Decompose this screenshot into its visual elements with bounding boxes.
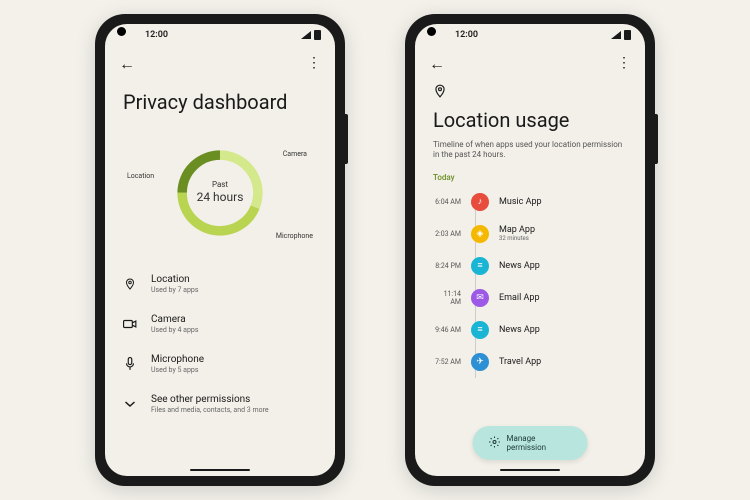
- perm-sub: Used by 4 apps: [151, 326, 198, 334]
- permission-item-camera[interactable]: Camera Used by 4 apps: [123, 304, 317, 344]
- app-icon-news: ≡: [471, 321, 489, 339]
- donut-center-text: Past 24 hours: [197, 180, 244, 206]
- timeline-time: 2:03 AM: [433, 230, 461, 238]
- perm-title: Microphone: [151, 354, 204, 365]
- chart-label-camera: Camera: [283, 150, 307, 158]
- chevron-down-icon: [123, 397, 137, 411]
- app-icon-email: ✉: [471, 289, 489, 307]
- perm-title: See other permissions: [151, 394, 269, 405]
- topbar: ← ⋮: [105, 46, 335, 78]
- timeline-time: 7:52 AM: [433, 358, 461, 366]
- camera-hole: [117, 27, 126, 36]
- status-bar: 12:00: [415, 24, 645, 46]
- status-bar: 12:00: [105, 24, 335, 46]
- page-title: Location usage: [415, 104, 645, 140]
- location-icon: [415, 78, 645, 104]
- timeline-sub: 32 minutes: [499, 235, 535, 242]
- status-icons: [611, 30, 631, 40]
- perm-title: Camera: [151, 314, 198, 325]
- timeline-app: News App: [499, 261, 540, 271]
- timeline-app: News App: [499, 325, 540, 335]
- donut-center-bottom: 24 hours: [197, 190, 244, 206]
- perm-sub: Files and media, contacts, and 3 more: [151, 406, 269, 414]
- battery-icon: [314, 30, 321, 40]
- phone-frame-1: 12:00 ← ⋮ Privacy dashboard Past 24 hour…: [95, 14, 345, 486]
- home-indicator[interactable]: [500, 469, 560, 471]
- timeline-app: Travel App: [499, 357, 541, 367]
- manage-permission-button[interactable]: Manage permission: [473, 426, 588, 460]
- timeline-time: 9:46 AM: [433, 326, 461, 334]
- camera-icon: [123, 317, 137, 331]
- topbar: ← ⋮: [415, 46, 645, 78]
- timeline-item[interactable]: 2:03 AM ◈ Map App 32 minutes: [433, 218, 627, 250]
- status-icons: [301, 30, 321, 40]
- manage-permission-label: Manage permission: [507, 434, 572, 452]
- permission-item-microphone[interactable]: Microphone Used by 5 apps: [123, 344, 317, 384]
- app-icon-news: ≡: [471, 257, 489, 275]
- screen-privacy-dashboard: 12:00 ← ⋮ Privacy dashboard Past 24 hour…: [105, 24, 335, 476]
- microphone-icon: [123, 357, 137, 371]
- signal-icon: [301, 31, 311, 39]
- gear-icon: [489, 436, 501, 450]
- timeline-app: Music App: [499, 197, 542, 207]
- back-button[interactable]: ←: [429, 54, 445, 74]
- timeline-item[interactable]: 11:14 AM ✉ Email App: [433, 282, 627, 314]
- perm-sub: Used by 7 apps: [151, 286, 198, 294]
- permission-item-other[interactable]: See other permissions Files and media, c…: [123, 384, 317, 424]
- timeline-item[interactable]: 9:46 AM ≡ News App: [433, 314, 627, 346]
- app-icon-travel: ✈: [471, 353, 489, 371]
- timeline-time: 8:24 PM: [433, 262, 461, 270]
- perm-title: Location: [151, 274, 198, 285]
- timeline-app: Map App: [499, 225, 535, 235]
- timeline: 6:04 AM ♪ Music App 2:03 AM ◈ Map App 32…: [415, 186, 645, 378]
- more-button[interactable]: ⋮: [307, 61, 321, 67]
- page-subtitle: Timeline of when apps used your location…: [415, 140, 645, 169]
- status-time: 12:00: [145, 30, 168, 40]
- timeline-item[interactable]: 8:24 PM ≡ News App: [433, 250, 627, 282]
- location-icon: [123, 277, 137, 291]
- usage-donut-chart: Past 24 hours Location Camera Microphone: [105, 128, 335, 258]
- timeline-time: 6:04 AM: [433, 198, 461, 206]
- signal-icon: [611, 31, 621, 39]
- back-button[interactable]: ←: [119, 54, 135, 74]
- section-today: Today: [415, 169, 645, 186]
- timeline-time: 11:14 AM: [433, 290, 461, 306]
- phone-frame-2: 12:00 ← ⋮ Location usage Timeline of whe…: [405, 14, 655, 486]
- status-time: 12:00: [455, 30, 478, 40]
- app-icon-map: ◈: [471, 225, 489, 243]
- page-title: Privacy dashboard: [105, 78, 335, 122]
- home-indicator[interactable]: [190, 469, 250, 471]
- perm-sub: Used by 5 apps: [151, 366, 204, 374]
- more-button[interactable]: ⋮: [617, 61, 631, 67]
- camera-hole: [427, 27, 436, 36]
- timeline-item[interactable]: 6:04 AM ♪ Music App: [433, 186, 627, 218]
- battery-icon: [624, 30, 631, 40]
- screen-location-usage: 12:00 ← ⋮ Location usage Timeline of whe…: [415, 24, 645, 476]
- app-icon-music: ♪: [471, 193, 489, 211]
- timeline-item[interactable]: 7:52 AM ✈ Travel App: [433, 346, 627, 378]
- chart-label-microphone: Microphone: [276, 232, 313, 240]
- permission-item-location[interactable]: Location Used by 7 apps: [123, 264, 317, 304]
- permission-list: Location Used by 7 apps Camera Used by 4…: [105, 258, 335, 430]
- timeline-app: Email App: [499, 293, 540, 303]
- chart-label-location: Location: [127, 172, 154, 180]
- donut-center-top: Past: [212, 180, 228, 189]
